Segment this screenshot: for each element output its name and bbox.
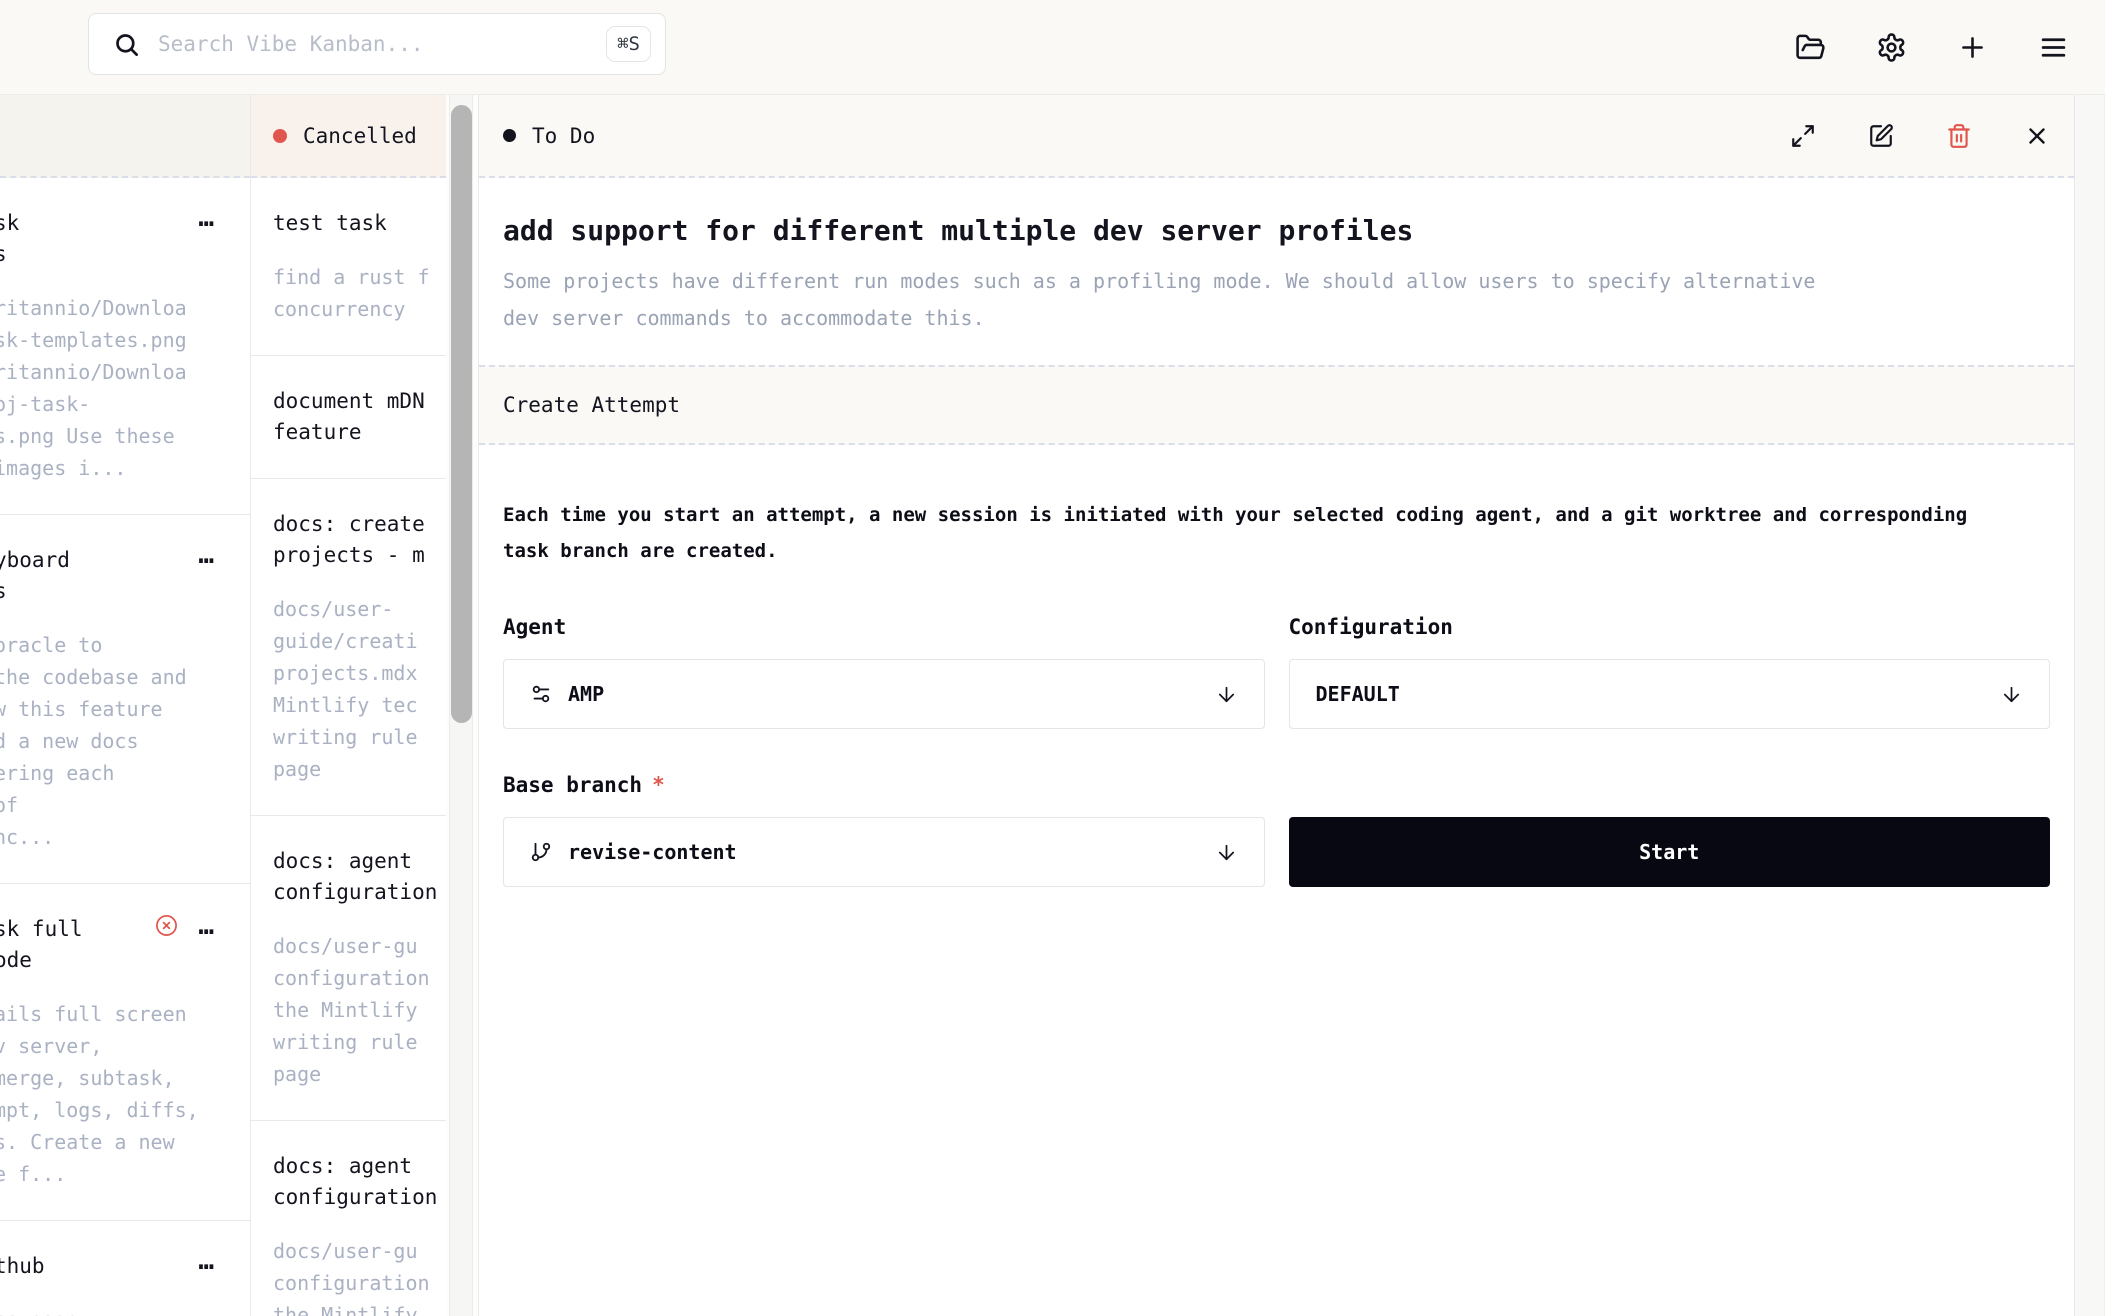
expand-button[interactable]	[1790, 123, 1816, 149]
task-detail-panel: To Do add support for different multiple…	[478, 95, 2105, 1316]
task-card-description: docs/user-gu configuration the Mintlify …	[273, 934, 430, 1086]
menu-button[interactable]	[2038, 32, 2069, 63]
plus-icon	[1962, 37, 1983, 58]
task-status-label: To Do	[532, 123, 596, 148]
task-card-description: oracle to the codebase and w this featur…	[0, 633, 187, 849]
open-project-button[interactable]	[1795, 32, 1826, 63]
create-attempt-section-header: Create Attempt	[479, 365, 2074, 445]
card-menu-button[interactable]: …	[198, 542, 214, 568]
search-input[interactable]	[158, 32, 607, 56]
close-icon	[2029, 127, 2045, 144]
task-card-title: thub	[0, 1254, 45, 1278]
kanban-column-cancelled-cards: test task find a rust f concurrency … do…	[251, 178, 446, 1316]
agent-value: AMP	[568, 682, 605, 706]
git-branch-icon	[531, 842, 551, 862]
cancelled-status-dot-icon	[273, 128, 287, 143]
create-attempt-info-text: Each time you start an attempt, a new se…	[503, 504, 1968, 562]
task-card[interactable]: sk full ode ails full screen v server, m…	[0, 884, 250, 1221]
delete-task-button[interactable]	[1946, 123, 1972, 149]
task-card-description: ritannio/Downloa sk-templates.png ritann…	[0, 296, 187, 480]
task-card-title: document mDN feature	[273, 389, 425, 444]
agent-select[interactable]: AMP	[503, 659, 1265, 729]
arrow-down-icon	[1218, 844, 1234, 860]
task-card[interactable]: docs: create projects - m docs/user- gui…	[251, 479, 446, 816]
required-asterisk: *	[652, 773, 665, 797]
task-card-title: sk full ode	[0, 917, 83, 972]
board-scrollbar-thumb[interactable]	[451, 105, 472, 723]
create-attempt-heading: Create Attempt	[503, 393, 681, 417]
topbar: ⌘S	[0, 0, 2105, 95]
kanban-column-cancelled: Cancelled test task find a rust f concur…	[251, 95, 446, 1316]
search-box[interactable]: ⌘S	[88, 13, 666, 75]
arrow-down-icon	[1218, 686, 1234, 702]
search-icon	[116, 33, 138, 56]
card-menu-button[interactable]: …	[198, 1248, 214, 1274]
cancelled-circle-x-icon	[156, 915, 178, 936]
agent-label: Agent	[503, 615, 567, 639]
card-menu-button[interactable]: …	[198, 913, 214, 939]
task-card[interactable]: test task find a rust f concurrency …	[251, 178, 446, 356]
base-branch-select[interactable]: revise-content	[503, 817, 1265, 887]
panel-scrollbar-gutter[interactable]	[2074, 95, 2105, 1316]
task-card-title: test task	[273, 211, 387, 235]
arrow-down-icon	[2003, 686, 2020, 702]
task-detail-actions	[1790, 123, 2050, 149]
edit-icon	[1870, 123, 1893, 147]
kanban-board: sk s ritannio/Downloa sk-templates.png r…	[0, 95, 478, 1316]
configuration-value: DEFAULT	[1315, 682, 1400, 706]
task-card-title: sk s	[0, 211, 20, 266]
start-attempt-button[interactable]: Start	[1288, 817, 2050, 887]
task-card-title: yboard s	[0, 548, 70, 603]
task-card-description: cs page	[0, 1304, 250, 1316]
kanban-column-left-cards: sk s ritannio/Downloa sk-templates.png r…	[0, 178, 250, 1316]
task-card-title: docs: agent configuration	[273, 1154, 438, 1209]
settings-gear-icon	[1878, 33, 1905, 62]
kanban-column-left: sk s ritannio/Downloa sk-templates.png r…	[0, 95, 251, 1316]
create-attempt-form: Each time you start an attempt, a new se…	[479, 497, 2074, 887]
task-card[interactable]: thub cs page …	[0, 1221, 250, 1316]
task-detail-header: To Do	[479, 95, 2074, 178]
edit-task-button[interactable]	[1868, 123, 1894, 149]
configuration-select[interactable]: DEFAULT	[1288, 659, 2050, 729]
menu-icon	[2041, 38, 2066, 57]
base-branch-value: revise-content	[568, 840, 737, 864]
task-card-description: docs/user-gu configuration the Mintlify …	[273, 1239, 430, 1316]
settings-button[interactable]	[1876, 32, 1907, 63]
task-description: Some projects have different run modes s…	[503, 269, 1816, 330]
task-card-title: docs: create projects - m	[273, 512, 425, 567]
kanban-column-cancelled-header: Cancelled	[251, 95, 446, 178]
expand-icon	[1792, 124, 1814, 147]
trash-icon	[1948, 123, 1970, 148]
task-card-description: find a rust f concurrency	[273, 265, 430, 321]
base-branch-label: Base branch *	[503, 773, 665, 797]
column-header-label: Cancelled	[303, 123, 417, 148]
task-title: add support for different multiple dev s…	[503, 214, 1414, 247]
card-menu-button[interactable]: …	[198, 205, 214, 231]
close-panel-button[interactable]	[2024, 123, 2050, 149]
task-card[interactable]: document mDN feature …	[251, 356, 446, 479]
task-card-description: ails full screen v server, merge, subtas…	[0, 1002, 199, 1186]
sliders-icon	[532, 685, 550, 703]
kanban-column-left-header	[0, 95, 250, 178]
task-card[interactable]: docs: agent configuration docs/user-gu c…	[251, 1121, 446, 1316]
task-card[interactable]: docs: agent configuration docs/user-gu c…	[251, 816, 446, 1121]
board-scrollbar	[446, 95, 478, 1316]
task-card[interactable]: yboard s oracle to the codebase and w th…	[0, 515, 250, 884]
todo-status-dot-icon	[503, 129, 516, 142]
task-card[interactable]: sk s ritannio/Downloa sk-templates.png r…	[0, 178, 250, 515]
search-shortcut-badge: ⌘S	[606, 26, 651, 62]
task-card-description: docs/user- guide/creati projects.mdx Min…	[273, 597, 418, 781]
folder-open-icon	[1796, 34, 1825, 60]
add-task-button[interactable]	[1957, 32, 1988, 63]
configuration-label: Configuration	[1288, 615, 1453, 639]
topbar-actions	[1795, 0, 2069, 95]
task-card-title: docs: agent configuration	[273, 849, 438, 904]
